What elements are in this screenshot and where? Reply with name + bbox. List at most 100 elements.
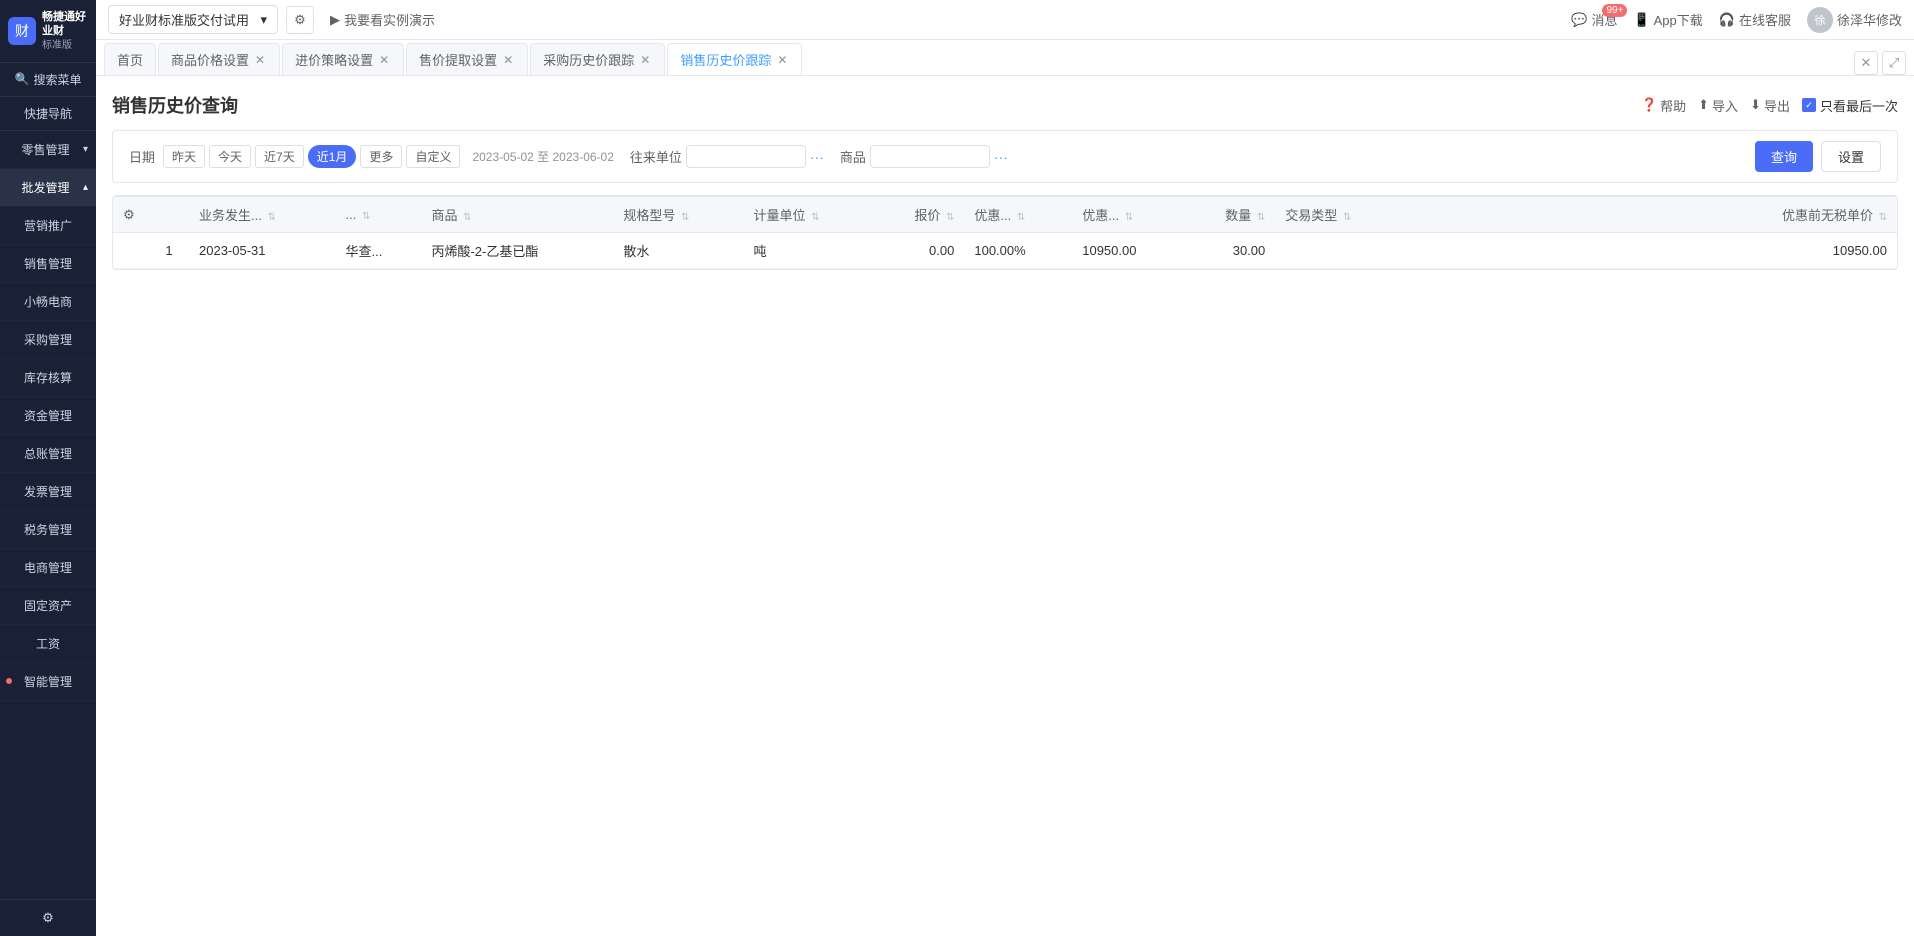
row-spec: 散水 <box>613 233 743 269</box>
query-button[interactable]: 查询 <box>1755 141 1813 172</box>
only-last-checkbox[interactable]: ✓ <box>1802 98 1816 112</box>
message-icon: 💬 <box>1571 12 1587 28</box>
col-unit[interactable]: 计量单位 ⇅ <box>743 197 873 233</box>
module-selector-label: 好业财标准版交付试用 <box>119 10 249 29</box>
sidebar-item-inventory[interactable]: 库存核算 <box>0 359 96 397</box>
sidebar-item-invoice[interactable]: 发票管理 <box>0 473 96 511</box>
row-discount2: 10950.00 <box>1072 233 1184 269</box>
row-pretax-price: 10950.00 <box>1708 233 1897 269</box>
data-table: ⚙ 业务发生... ⇅ ... ⇅ 商品 ⇅ <box>113 196 1897 269</box>
tab-sale-history-close[interactable]: ✕ <box>775 53 789 67</box>
product-lookup-btn[interactable]: ··· <box>994 149 1008 165</box>
col-discount2[interactable]: 优惠... ⇅ <box>1072 197 1184 233</box>
sidebar-item-tax[interactable]: 税务管理 <box>0 511 96 549</box>
col-tx-type[interactable]: 交易类型 ⇅ <box>1275 197 1405 233</box>
col-discount1[interactable]: 优惠... ⇅ <box>964 197 1072 233</box>
online-service-button[interactable]: 🎧 在线客服 <box>1719 10 1791 29</box>
table-row[interactable]: 1 2023-05-31 华查... 丙烯酸-2-乙基已酯 散水 吨 0.00 … <box>113 233 1897 269</box>
tab-purchase-history-label: 采购历史价跟踪 <box>543 50 634 69</box>
date-last1m-btn[interactable]: 近1月 <box>308 145 357 168</box>
sidebar-item-ecommerce-small[interactable]: 小畅电商 <box>0 283 96 321</box>
sidebar-item-purchase[interactable]: 采购管理 <box>0 321 96 359</box>
import-button[interactable]: ⬆ 导入 <box>1698 96 1738 115</box>
sidebar-bottom-settings[interactable]: ⚙ <box>0 899 96 936</box>
tab-purchase-strategy[interactable]: 进价策略设置 ✕ <box>282 43 404 75</box>
headset-icon: 🎧 <box>1719 12 1735 28</box>
tab-panel-buttons: ✕ ⤢ <box>1846 51 1914 75</box>
tab-product-price[interactable]: 商品价格设置 ✕ <box>158 43 280 75</box>
date-more-btn[interactable]: 更多 <box>360 145 402 168</box>
sidebar-search-label: 搜索菜单 <box>33 71 81 88</box>
tab-purchase-history[interactable]: 采购历史价跟踪 ✕ <box>530 43 665 75</box>
date-custom-btn[interactable]: 自定义 <box>406 145 460 168</box>
tab-sale-price-label: 售价提取设置 <box>419 50 497 69</box>
tab-purchase-strategy-close[interactable]: ✕ <box>377 53 391 67</box>
date-yesterday-btn[interactable]: 昨天 <box>163 145 205 168</box>
sidebar-search[interactable]: 🔍 搜索菜单 <box>0 63 96 97</box>
tab-maximize-button[interactable]: ⤢ <box>1882 51 1906 75</box>
col-price[interactable]: 报价 ⇅ <box>874 197 965 233</box>
date-filter-group: 日期 昨天 今天 近7天 近1月 更多 自定义 2023-05-02 至 202… <box>129 145 614 168</box>
tab-sale-price[interactable]: 售价提取设置 ✕ <box>406 43 528 75</box>
page-title: 销售历史价查询 <box>112 92 238 118</box>
sidebar-item-sales[interactable]: 销售管理 <box>0 245 96 283</box>
sort-icon: ⇅ <box>811 212 819 223</box>
sidebar-item-finance[interactable]: 资金管理 <box>0 397 96 435</box>
tab-product-price-label: 商品价格设置 <box>171 50 249 69</box>
export-button[interactable]: ⬇ 导出 <box>1750 96 1790 115</box>
col-gear[interactable]: ⚙ <box>113 197 149 233</box>
messages-button[interactable]: 💬 消息 99+ <box>1571 10 1617 29</box>
sort-icon: ⇅ <box>1879 212 1887 223</box>
app-download-button[interactable]: 📱 App下载 <box>1633 10 1702 29</box>
sidebar: 财 畅捷通好业财 标准版 🔍 搜索菜单 快捷导航 零售管理 ▾ 批发管理 ▴ 营… <box>0 0 96 936</box>
row-biz-date: 2023-05-31 <box>189 233 335 269</box>
tab-purchase-history-close[interactable]: ✕ <box>638 53 652 67</box>
tabbar: 首页 商品价格设置 ✕ 进价策略设置 ✕ 售价提取设置 ✕ 采购历史价跟踪 ✕ … <box>96 40 1914 76</box>
tab-close-button[interactable]: ✕ <box>1854 51 1878 75</box>
help-button[interactable]: ❓ 帮助 <box>1641 96 1686 115</box>
sidebar-logo: 财 畅捷通好业财 标准版 <box>0 0 96 63</box>
customer-input[interactable] <box>686 145 806 168</box>
tab-product-price-close[interactable]: ✕ <box>253 53 267 67</box>
sidebar-item-assets[interactable]: 固定资产 <box>0 587 96 625</box>
date-last7-btn[interactable]: 近7天 <box>255 145 304 168</box>
tab-purchase-strategy-label: 进价策略设置 <box>295 50 373 69</box>
sidebar-item-payroll[interactable]: 工资 <box>0 625 96 663</box>
sidebar-item-retail[interactable]: 零售管理 ▾ <box>0 131 96 169</box>
help-icon: ❓ <box>1641 97 1657 113</box>
only-last-checkbox-label[interactable]: ✓ 只看最后一次 <box>1802 96 1898 115</box>
col-pretax-price[interactable]: 优惠前无税单价 ⇅ <box>1708 197 1897 233</box>
col-biz-date-label: 业务发生... <box>199 208 262 223</box>
sort-icon: ⇅ <box>681 212 689 223</box>
module-selector[interactable]: 好业财标准版交付试用 ▾ <box>108 5 278 34</box>
avatar: 徐 <box>1807 7 1833 33</box>
col-quantity[interactable]: 数量 ⇅ <box>1185 197 1276 233</box>
sidebar-quicknav[interactable]: 快捷导航 <box>0 97 96 131</box>
sidebar-item-general-ledger[interactable]: 总账管理 <box>0 435 96 473</box>
topbar-settings-button[interactable]: ⚙ <box>286 6 314 34</box>
user-menu[interactable]: 徐 徐泽华修改 <box>1807 7 1902 33</box>
settings-button[interactable]: 设置 <box>1821 141 1881 172</box>
sidebar-item-wholesale[interactable]: 批发管理 ▴ <box>0 169 96 207</box>
col-spacer <box>1405 197 1707 233</box>
app-edition: 标准版 <box>42 39 88 52</box>
sidebar-item-smart[interactable]: 智能管理 <box>0 663 96 701</box>
customer-lookup-btn[interactable]: ··· <box>810 149 824 165</box>
product-filter-group: 商品 ··· <box>840 145 1008 168</box>
tab-sale-price-close[interactable]: ✕ <box>501 53 515 67</box>
tab-home[interactable]: 首页 <box>104 43 156 75</box>
tab-sale-history[interactable]: 销售历史价跟踪 ✕ <box>667 43 802 75</box>
sidebar-item-marketing[interactable]: 营销推广 <box>0 207 96 245</box>
table-gear-icon: ⚙ <box>123 207 135 222</box>
col-product[interactable]: 商品 ⇅ <box>421 197 613 233</box>
sidebar-item-ecommerce[interactable]: 电商管理 <box>0 549 96 587</box>
col-more[interactable]: ... ⇅ <box>335 197 421 233</box>
col-tx-type-label: 交易类型 <box>1285 208 1337 223</box>
col-spec[interactable]: 规格型号 ⇅ <box>613 197 743 233</box>
date-today-btn[interactable]: 今天 <box>209 145 251 168</box>
col-biz-date[interactable]: 业务发生... ⇅ <box>189 197 335 233</box>
product-input[interactable] <box>870 145 990 168</box>
table-header-row: ⚙ 业务发生... ⇅ ... ⇅ 商品 ⇅ <box>113 197 1897 233</box>
help-label: 帮助 <box>1660 96 1686 115</box>
demo-link[interactable]: ▶ 我要看实例演示 <box>330 10 435 29</box>
